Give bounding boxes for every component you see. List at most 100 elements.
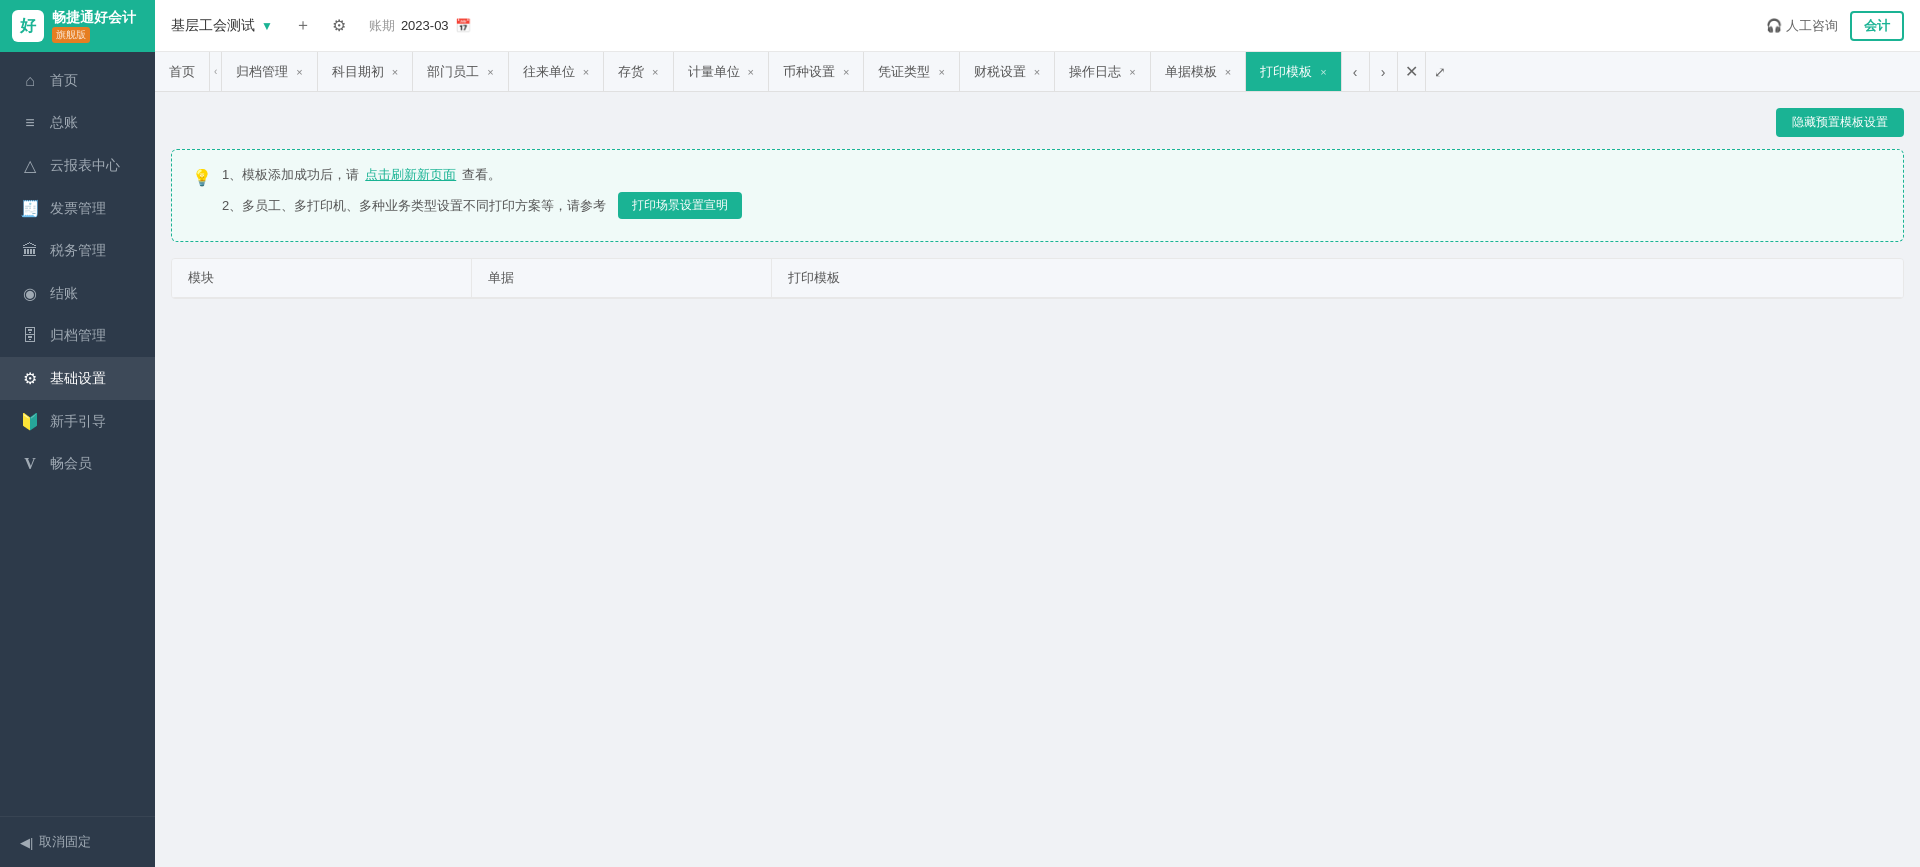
tab-receipt[interactable]: 单据模板 × [1151, 52, 1246, 92]
notice-line1-link[interactable]: 点击刷新新页面 [365, 166, 456, 184]
logo-name: 畅捷通好会计 [52, 9, 136, 26]
tab-subjects-close[interactable]: × [392, 66, 398, 78]
sidebar-item-archive[interactable]: 🗄 归档管理 [0, 315, 155, 357]
sidebar-footer[interactable]: ◀| 取消固定 [0, 816, 155, 867]
logo-icon: 好 [12, 10, 44, 42]
tab-taxsettings-close[interactable]: × [1034, 66, 1040, 78]
logo-text-block: 畅捷通好会计 旗舰版 [52, 9, 136, 44]
calendar-icon[interactable]: 📅 [455, 18, 471, 33]
tab-scroll-left[interactable]: ‹ [1342, 52, 1370, 92]
period-info: 账期 2023-03 📅 [369, 17, 471, 35]
sidebar-item-settlement[interactable]: ◉ 结账 [0, 272, 155, 315]
sidebar-item-settings[interactable]: ⚙ 基础设置 [0, 357, 155, 400]
sidebar-item-reports[interactable]: △ 云报表中心 [0, 144, 155, 187]
period-label: 账期 [369, 17, 395, 35]
tab-subjects[interactable]: 科目期初 × [318, 52, 413, 92]
sidebar-nav: ⌂ 首页 ≡ 总账 △ 云报表中心 🧾 发票管理 🏛 税务管理 ◉ 结账 🗄 归… [0, 52, 155, 816]
settings-gear-button[interactable]: ⚙ [325, 12, 353, 40]
company-dropdown-icon: ▼ [261, 19, 273, 33]
sidebar-item-guide-label: 新手引导 [50, 413, 106, 431]
tab-close-all[interactable]: ✕ [1398, 52, 1426, 92]
unpin-icon: ◀| [20, 835, 33, 850]
sidebar-item-home-label: 首页 [50, 72, 78, 90]
invoice-icon: 🧾 [20, 199, 40, 218]
sidebar-item-reports-label: 云报表中心 [50, 157, 120, 175]
sidebar-item-invoice-label: 发票管理 [50, 200, 106, 218]
tab-oplog[interactable]: 操作日志 × [1055, 52, 1150, 92]
tab-currency-label: 币种设置 [783, 63, 835, 81]
notice-row: 💡 1、模板添加成功后，请 点击刷新新页面 查看。 2、多员工、多打印机、多种业… [192, 166, 1883, 219]
notice-line1-suffix: 查看。 [462, 166, 501, 184]
print-template-table: 模块 单据 打印模板 [171, 258, 1904, 299]
tab-taxsettings[interactable]: 财税设置 × [960, 52, 1055, 92]
hide-template-container: 隐藏预置模板设置 [171, 108, 1904, 137]
notice-box: 💡 1、模板添加成功后，请 点击刷新新页面 查看。 2、多员工、多打印机、多种业… [171, 149, 1904, 242]
help-button[interactable]: 🎧 人工咨询 [1766, 17, 1838, 35]
tab-voucher-close[interactable]: × [938, 66, 944, 78]
tab-inventory[interactable]: 存货 × [604, 52, 673, 92]
tab-print-close[interactable]: × [1320, 66, 1326, 78]
member-icon: V [20, 455, 40, 473]
tab-departments[interactable]: 部门员工 × [413, 52, 508, 92]
sidebar-item-archive-label: 归档管理 [50, 327, 106, 345]
tab-taxsettings-label: 财税设置 [974, 63, 1026, 81]
tab-scroll-right[interactable]: › [1370, 52, 1398, 92]
sidebar-item-ledger[interactable]: ≡ 总账 [0, 102, 155, 144]
bulb-icon: 💡 [192, 168, 212, 187]
tab-departments-label: 部门员工 [427, 63, 479, 81]
topbar-actions: ＋ ⚙ [289, 12, 353, 40]
tab-units-close[interactable]: × [748, 66, 754, 78]
settlement-icon: ◉ [20, 284, 40, 303]
company-selector[interactable]: 基层工会测试 ▼ [171, 17, 273, 35]
tab-voucher[interactable]: 凭证类型 × [864, 52, 959, 92]
tab-subjects-label: 科目期初 [332, 63, 384, 81]
tab-oplog-label: 操作日志 [1069, 63, 1121, 81]
kuaiji-button[interactable]: 会计 [1850, 11, 1904, 41]
sidebar: 好 畅捷通好会计 旗舰版 ⌂ 首页 ≡ 总账 △ 云报表中心 🧾 发票管理 🏛 … [0, 0, 155, 867]
tab-currency-close[interactable]: × [843, 66, 849, 78]
sidebar-logo: 好 畅捷通好会计 旗舰版 [0, 0, 155, 52]
tab-counterparts-label: 往来单位 [523, 63, 575, 81]
add-tab-button[interactable]: ＋ [289, 12, 317, 40]
tab-oplog-close[interactable]: × [1129, 66, 1135, 78]
tab-print-label: 打印模板 [1260, 63, 1312, 81]
kuaiji-label: 会计 [1864, 18, 1890, 33]
notice-line-1: 1、模板添加成功后，请 点击刷新新页面 查看。 [222, 166, 742, 184]
sidebar-item-home[interactable]: ⌂ 首页 [0, 60, 155, 102]
tab-departments-close[interactable]: × [487, 66, 493, 78]
topbar: 基层工会测试 ▼ ＋ ⚙ 账期 2023-03 📅 🎧 人工咨询 会计 [155, 0, 1920, 52]
reports-icon: △ [20, 156, 40, 175]
tab-receipt-close[interactable]: × [1225, 66, 1231, 78]
tab-home[interactable]: 首页 [155, 52, 210, 92]
tab-voucher-label: 凭证类型 [878, 63, 930, 81]
tab-home-label: 首页 [169, 63, 195, 81]
tab-units[interactable]: 计量单位 × [674, 52, 769, 92]
tab-expand[interactable]: ⤢ [1426, 52, 1454, 92]
notice-line-2: 2、多员工、多打印机、多种业务类型设置不同打印方案等，请参考 打印场景设置宣明 [222, 192, 742, 219]
sidebar-item-member[interactable]: V 畅会员 [0, 443, 155, 485]
col-receipt: 单据 [472, 259, 772, 297]
print-scene-button[interactable]: 打印场景设置宣明 [618, 192, 742, 219]
sidebar-item-member-label: 畅会员 [50, 455, 92, 473]
tab-archive[interactable]: 归档管理 × [222, 52, 317, 92]
sidebar-item-guide[interactable]: 🔰 新手引导 [0, 400, 155, 443]
main-area: 基层工会测试 ▼ ＋ ⚙ 账期 2023-03 📅 🎧 人工咨询 会计 首页 ‹ [155, 0, 1920, 867]
help-label: 人工咨询 [1786, 17, 1838, 35]
tabbar: 首页 ‹ 归档管理 × 科目期初 × 部门员工 × 往来单位 × 存货 × 计量… [155, 52, 1920, 92]
tab-receipt-label: 单据模板 [1165, 63, 1217, 81]
tab-print[interactable]: 打印模板 × [1246, 52, 1341, 92]
sidebar-item-tax[interactable]: 🏛 税务管理 [0, 230, 155, 272]
table-header: 模块 单据 打印模板 [172, 259, 1903, 298]
ledger-icon: ≡ [20, 114, 40, 132]
headset-icon: 🎧 [1766, 18, 1782, 33]
tab-archive-close[interactable]: × [296, 66, 302, 78]
content-area: 隐藏预置模板设置 💡 1、模板添加成功后，请 点击刷新新页面 查看。 2、多员工… [155, 92, 1920, 867]
tab-counterparts-close[interactable]: × [583, 66, 589, 78]
tab-counterparts[interactable]: 往来单位 × [509, 52, 604, 92]
notice-text-block: 1、模板添加成功后，请 点击刷新新页面 查看。 2、多员工、多打印机、多种业务类… [222, 166, 742, 219]
sidebar-item-invoice[interactable]: 🧾 发票管理 [0, 187, 155, 230]
tab-currency[interactable]: 币种设置 × [769, 52, 864, 92]
tab-inventory-close[interactable]: × [652, 66, 658, 78]
col-module: 模块 [172, 259, 472, 297]
hide-template-button[interactable]: 隐藏预置模板设置 [1776, 108, 1904, 137]
